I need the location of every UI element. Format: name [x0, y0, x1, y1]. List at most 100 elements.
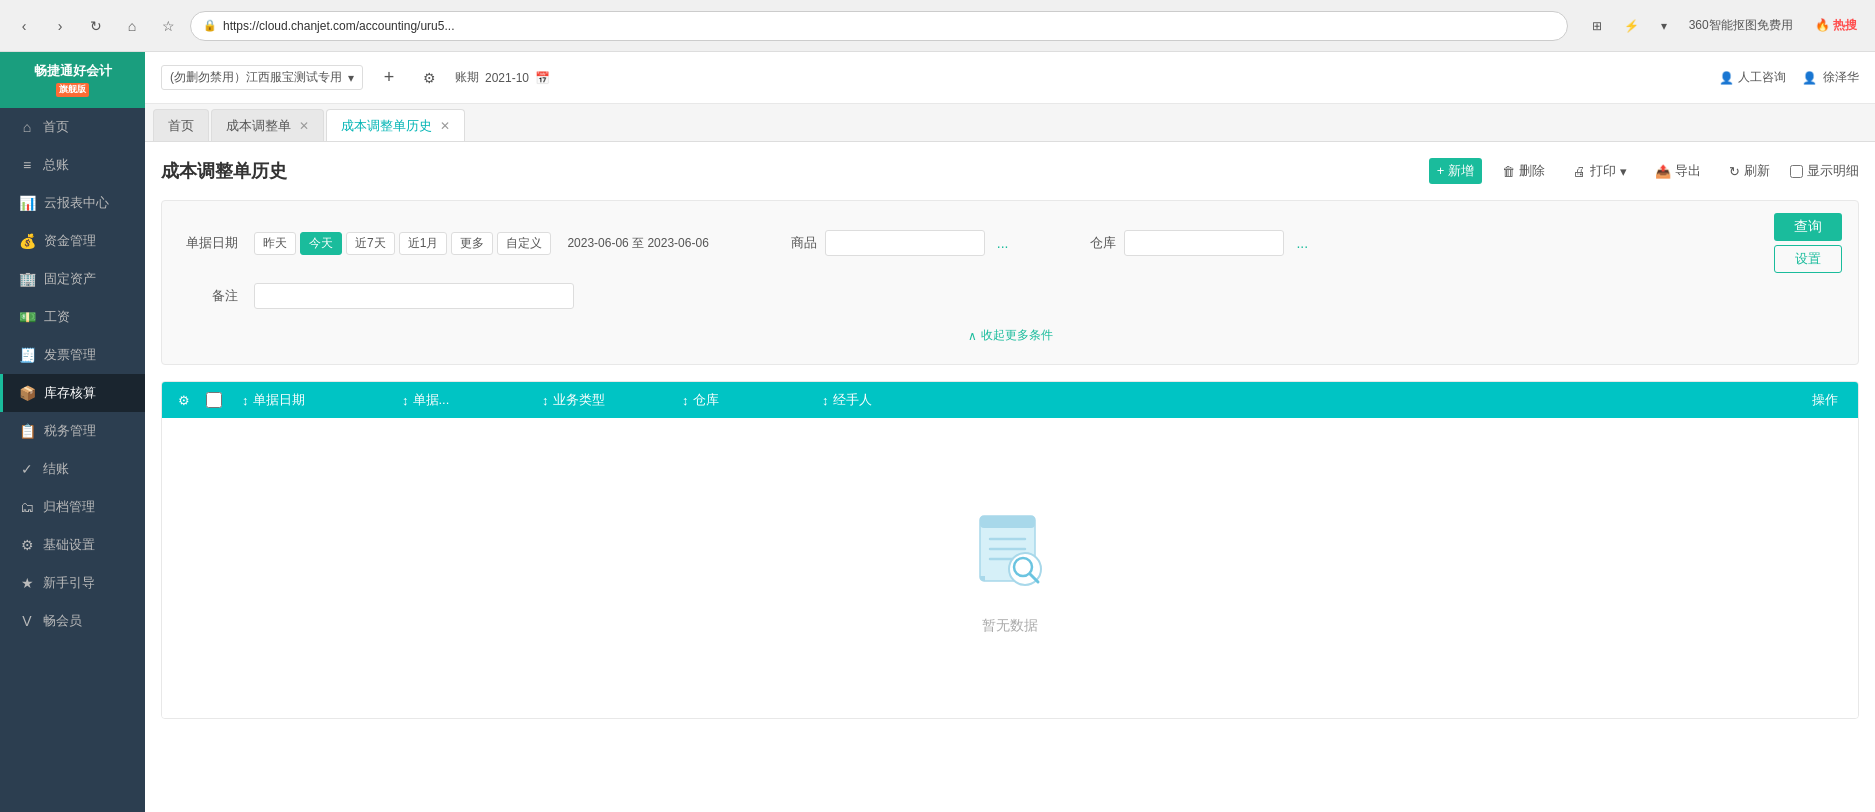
delete-icon: 🗑: [1502, 164, 1515, 179]
page-content: 成本调整单历史 + 新增 🗑 删除 🖨 打印 ▾ 📤 导出: [145, 142, 1875, 812]
sidebar-item-archive[interactable]: 🗂 归档管理: [0, 488, 145, 526]
sidebar-item-home[interactable]: ⌂ 首页: [0, 108, 145, 146]
display-toggle[interactable]: 显示明细: [1790, 162, 1859, 180]
sidebar-item-settings[interactable]: ⚙ 基础设置: [0, 526, 145, 564]
date-7days[interactable]: 近7天: [346, 232, 395, 255]
add-workspace-button[interactable]: +: [375, 64, 403, 92]
date-filter-label: 单据日期: [178, 234, 238, 252]
sidebar-item-inventory[interactable]: 📦 库存核算: [0, 374, 145, 412]
th-order[interactable]: ↕ 单据...: [390, 382, 530, 418]
warehouse-selector[interactable]: [1124, 230, 1284, 256]
archive-icon: 🗂: [19, 499, 35, 515]
sidebar-item-invoice[interactable]: 🧾 发票管理: [0, 336, 145, 374]
workspace-dropdown-icon: ▾: [348, 71, 354, 85]
tab-cost-adjust[interactable]: 成本调整单 ✕: [211, 109, 324, 141]
th-warehouse[interactable]: ↕ 仓库: [670, 382, 810, 418]
tab-cost-adjust-history-close[interactable]: ✕: [440, 120, 450, 132]
filter-row-notes: 备注: [178, 283, 1842, 309]
sidebar-label-report: 云报表中心: [44, 194, 109, 212]
query-button[interactable]: 查询: [1774, 213, 1842, 241]
bookmark-button[interactable]: ☆: [154, 12, 182, 40]
date-yesterday[interactable]: 昨天: [254, 232, 296, 255]
sidebar-label-closing: 结账: [43, 460, 69, 478]
tab-cost-adjust-history[interactable]: 成本调整单历史 ✕: [326, 109, 465, 141]
export-button[interactable]: 📤 导出: [1647, 158, 1709, 184]
user-info[interactable]: 👤 徐泽华: [1802, 69, 1859, 86]
notes-input[interactable]: [254, 283, 574, 309]
date-range-display: 2023-06-06 至 2023-06-06: [567, 235, 708, 252]
workspace-selector[interactable]: (勿删勿禁用）江西服宝测试专用 ▾: [161, 65, 363, 90]
page-header: 成本调整单历史 + 新增 🗑 删除 🖨 打印 ▾ 📤 导出: [161, 158, 1859, 184]
sidebar-label-tax: 税务管理: [44, 422, 96, 440]
th-handler[interactable]: ↕ 经手人: [810, 382, 950, 418]
workspace-settings-button[interactable]: ⚙: [415, 64, 443, 92]
hot-search-button[interactable]: 🔥 热搜: [1807, 14, 1865, 37]
grid-button[interactable]: ⊞: [1584, 16, 1610, 36]
filter-settings-button[interactable]: 设置: [1774, 245, 1842, 273]
sidebar-item-tax[interactable]: 📋 税务管理: [0, 412, 145, 450]
browser-bar: ‹ › ↻ ⌂ ☆ 🔒 https://cloud.chanjet.com/ac…: [0, 0, 1875, 52]
search-ai-button[interactable]: 360智能抠图免费用: [1681, 14, 1801, 37]
date-custom[interactable]: 自定义: [497, 232, 551, 255]
sidebar-label-settings: 基础设置: [43, 536, 95, 554]
top-bar: (勿删勿禁用）江西服宝测试专用 ▾ + ⚙ 账期 2021-10 📅 👤 人工咨…: [145, 52, 1875, 104]
refresh-icon: ↻: [1729, 164, 1740, 179]
sidebar-item-ledger[interactable]: ≡ 总账: [0, 146, 145, 184]
sort-biz-icon: ↕: [542, 393, 549, 408]
refresh-button[interactable]: ↻ 刷新: [1721, 158, 1778, 184]
th-biz-type[interactable]: ↕ 业务类型: [530, 382, 670, 418]
sort-warehouse-icon: ↕: [682, 393, 689, 408]
user-avatar-icon: 👤: [1802, 71, 1817, 85]
reload-button[interactable]: ↻: [82, 12, 110, 40]
fund-icon: 💰: [19, 233, 36, 249]
url-text: https://cloud.chanjet.com/accounting/uru…: [223, 19, 454, 33]
back-button[interactable]: ‹: [10, 12, 38, 40]
sidebar-item-vip[interactable]: V 畅会员: [0, 602, 145, 640]
sidebar-item-salary[interactable]: 💵 工资: [0, 298, 145, 336]
address-bar[interactable]: 🔒 https://cloud.chanjet.com/accounting/u…: [190, 11, 1568, 41]
logo-text: 畅捷通好会计: [34, 63, 112, 78]
display-cols-checkbox[interactable]: [1790, 165, 1803, 178]
sidebar-label-fund: 资金管理: [44, 232, 96, 250]
print-button[interactable]: 🖨 打印 ▾: [1565, 158, 1635, 184]
empty-icon: [960, 501, 1060, 601]
th-date[interactable]: ↕ 单据日期: [230, 382, 390, 418]
collapse-button[interactable]: ∧ 收起更多条件: [968, 327, 1053, 344]
page-title: 成本调整单历史: [161, 159, 287, 183]
date-today[interactable]: 今天: [300, 232, 342, 255]
goods-selector[interactable]: [825, 230, 985, 256]
sidebar-label-archive: 归档管理: [43, 498, 95, 516]
sidebar-item-fund[interactable]: 💰 资金管理: [0, 222, 145, 260]
main-content: (勿删勿禁用）江西服宝测试专用 ▾ + ⚙ 账期 2021-10 📅 👤 人工咨…: [145, 52, 1875, 812]
table-settings-button[interactable]: ⚙: [170, 386, 198, 414]
service-button[interactable]: 👤 人工咨询: [1719, 69, 1786, 86]
tab-cost-adjust-close[interactable]: ✕: [299, 120, 309, 132]
delete-button[interactable]: 🗑 删除: [1494, 158, 1553, 184]
sidebar-label-salary: 工资: [44, 308, 70, 326]
home-button[interactable]: ⌂: [118, 12, 146, 40]
sidebar-item-report[interactable]: 📊 云报表中心: [0, 184, 145, 222]
tab-home[interactable]: 首页: [153, 109, 209, 141]
warehouse-ellipsis[interactable]: ...: [1296, 235, 1308, 251]
date-1month[interactable]: 近1月: [399, 232, 448, 255]
new-button[interactable]: + 新增: [1429, 158, 1482, 184]
lightning-button[interactable]: ⚡: [1616, 16, 1647, 36]
collapse-label: 收起更多条件: [981, 327, 1053, 344]
sidebar-item-assets[interactable]: 🏢 固定资产: [0, 260, 145, 298]
sidebar-label-ledger: 总账: [43, 156, 69, 174]
sidebar-label-guide: 新手引导: [43, 574, 95, 592]
table-toolbar: ⚙ ↕ 单据日期 ↕ 单据... ↕ 业务类型: [162, 382, 1858, 418]
goods-filter-label: 商品: [757, 234, 817, 252]
dropdown-button[interactable]: ▾: [1653, 16, 1675, 36]
forward-button[interactable]: ›: [46, 12, 74, 40]
toolbar-actions: + 新增 🗑 删除 🖨 打印 ▾ 📤 导出 ↻: [1429, 158, 1859, 184]
date-more[interactable]: 更多: [451, 232, 493, 255]
service-icon: 👤: [1719, 71, 1734, 85]
search-label: 360智能抠图免费用: [1689, 18, 1793, 32]
filter-section: 单据日期 昨天 今天 近7天 近1月 更多 自定义 2023-06-06 至 2…: [161, 200, 1859, 365]
sidebar-item-closing[interactable]: ✓ 结账: [0, 450, 145, 488]
goods-ellipsis[interactable]: ...: [997, 235, 1009, 251]
top-bar-right: 👤 人工咨询 👤 徐泽华: [1719, 69, 1859, 86]
sidebar-item-guide[interactable]: ★ 新手引导: [0, 564, 145, 602]
select-all-checkbox[interactable]: [206, 392, 222, 408]
